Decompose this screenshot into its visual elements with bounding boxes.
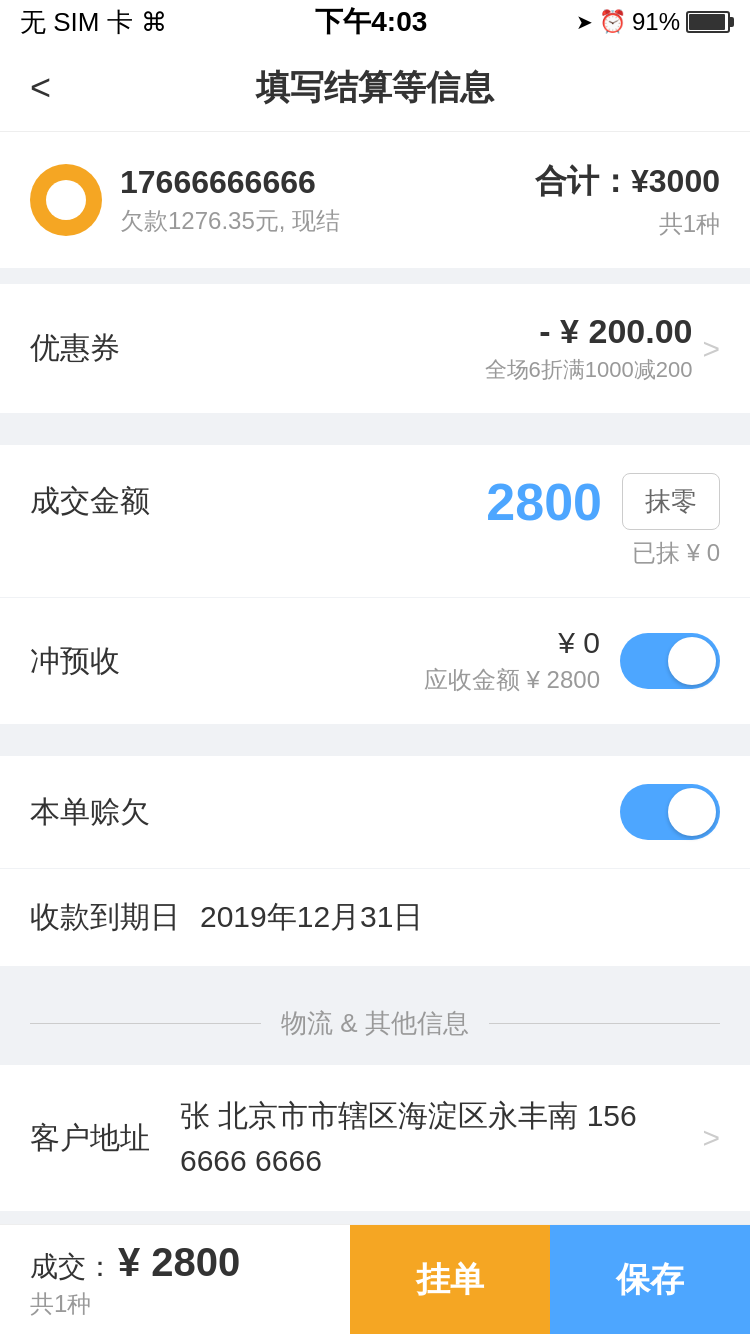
prepay-card: 冲预收 ¥ 0 应收金额 ¥ 2800 bbox=[0, 598, 750, 724]
total-amount: 合计：¥3000 bbox=[535, 160, 720, 204]
toggle-knob bbox=[668, 637, 716, 685]
logistics-divider: 物流 & 其他信息 bbox=[0, 982, 750, 1065]
customer-sub: 欠款1276.35元, 现结 bbox=[120, 205, 340, 237]
amount-card: 成交金额 2800 抹零 已抹 ¥ 0 bbox=[0, 445, 750, 597]
prepay-label: 冲预收 bbox=[30, 641, 120, 682]
duedate-label: 收款到期日 bbox=[30, 897, 180, 938]
section-separator-1 bbox=[0, 429, 750, 445]
page-title: 填写结算等信息 bbox=[256, 65, 494, 111]
amount-value: 2800 bbox=[486, 476, 602, 528]
battery-icon bbox=[686, 11, 730, 33]
header: < 填写结算等信息 bbox=[0, 44, 750, 132]
bottom-bar: 成交： ¥ 2800 共1种 挂单 保存 bbox=[0, 1224, 750, 1334]
hold-button[interactable]: 挂单 bbox=[350, 1225, 550, 1335]
time-display: 下午4:03 bbox=[315, 3, 427, 41]
bottom-summary: 成交： ¥ 2800 共1种 bbox=[0, 1240, 350, 1320]
avatar bbox=[30, 164, 102, 236]
coupon-discount: - ¥ 200.00 bbox=[485, 312, 693, 351]
bottom-deal-amount: ¥ 2800 bbox=[118, 1240, 240, 1285]
address-value: 张 北京市市辖区海淀区永丰南 156 6666 6666 bbox=[180, 1093, 692, 1183]
total-count: 共1种 bbox=[535, 208, 720, 240]
address-label: 客户地址 bbox=[30, 1118, 150, 1159]
prepay-toggle[interactable] bbox=[620, 633, 720, 689]
customer-card: 17666666666 欠款1276.35元, 现结 合计：¥3000 共1种 bbox=[0, 132, 750, 268]
amount-label: 成交金额 bbox=[30, 481, 150, 522]
bottom-deal-label: 成交： bbox=[30, 1248, 114, 1286]
debt-card: 本单赊欠 bbox=[0, 756, 750, 868]
status-right: ➤ ⏰ 91% bbox=[576, 8, 730, 36]
duedate-value: 2019年12月31日 bbox=[200, 897, 423, 938]
customer-phone: 17666666666 bbox=[120, 164, 340, 201]
save-button[interactable]: 保存 bbox=[550, 1225, 750, 1335]
round-button[interactable]: 抹零 bbox=[622, 473, 720, 530]
wifi-icon: ⌘ bbox=[141, 7, 167, 38]
coupon-sub: 全场6折满1000减200 bbox=[485, 355, 693, 385]
coupon-right: - ¥ 200.00 全场6折满1000减200 > bbox=[485, 312, 720, 385]
customer-total: 合计：¥3000 共1种 bbox=[535, 160, 720, 240]
logistics-line-left bbox=[30, 1023, 261, 1024]
carrier-text: 无 SIM 卡 bbox=[20, 5, 133, 40]
avatar-icon bbox=[46, 180, 86, 220]
debt-toggle[interactable] bbox=[620, 784, 720, 840]
duedate-card: 收款到期日 2019年12月31日 bbox=[0, 869, 750, 966]
address-chevron-icon: > bbox=[702, 1121, 720, 1155]
amount-sub: 已抹 ¥ 0 bbox=[632, 539, 720, 566]
status-bar: 无 SIM 卡 ⌘ 下午4:03 ➤ ⏰ 91% bbox=[0, 0, 750, 44]
bottom-count: 共1种 bbox=[30, 1288, 320, 1320]
debt-toggle-knob bbox=[668, 788, 716, 836]
prepay-sub: 应收金额 ¥ 2800 bbox=[424, 664, 600, 696]
back-button[interactable]: < bbox=[30, 67, 51, 109]
location-icon: ➤ bbox=[576, 10, 593, 34]
battery-text: 91% bbox=[632, 8, 680, 36]
coupon-row[interactable]: 优惠券 - ¥ 200.00 全场6折满1000减200 > bbox=[0, 284, 750, 413]
prepay-value: ¥ 0 bbox=[424, 626, 600, 660]
coupon-label: 优惠券 bbox=[30, 328, 120, 369]
status-left: 无 SIM 卡 ⌘ bbox=[20, 5, 167, 40]
logistics-line-right bbox=[489, 1023, 720, 1024]
coupon-chevron-icon: > bbox=[702, 332, 720, 366]
section-separator-2 bbox=[0, 724, 750, 740]
alarm-icon: ⏰ bbox=[599, 9, 626, 35]
debt-label: 本单赊欠 bbox=[30, 792, 150, 833]
logistics-text: 物流 & 其他信息 bbox=[281, 1006, 469, 1041]
address-card[interactable]: 客户地址 张 北京市市辖区海淀区永丰南 156 6666 6666 > bbox=[0, 1065, 750, 1211]
customer-info: 17666666666 欠款1276.35元, 现结 bbox=[120, 164, 340, 237]
